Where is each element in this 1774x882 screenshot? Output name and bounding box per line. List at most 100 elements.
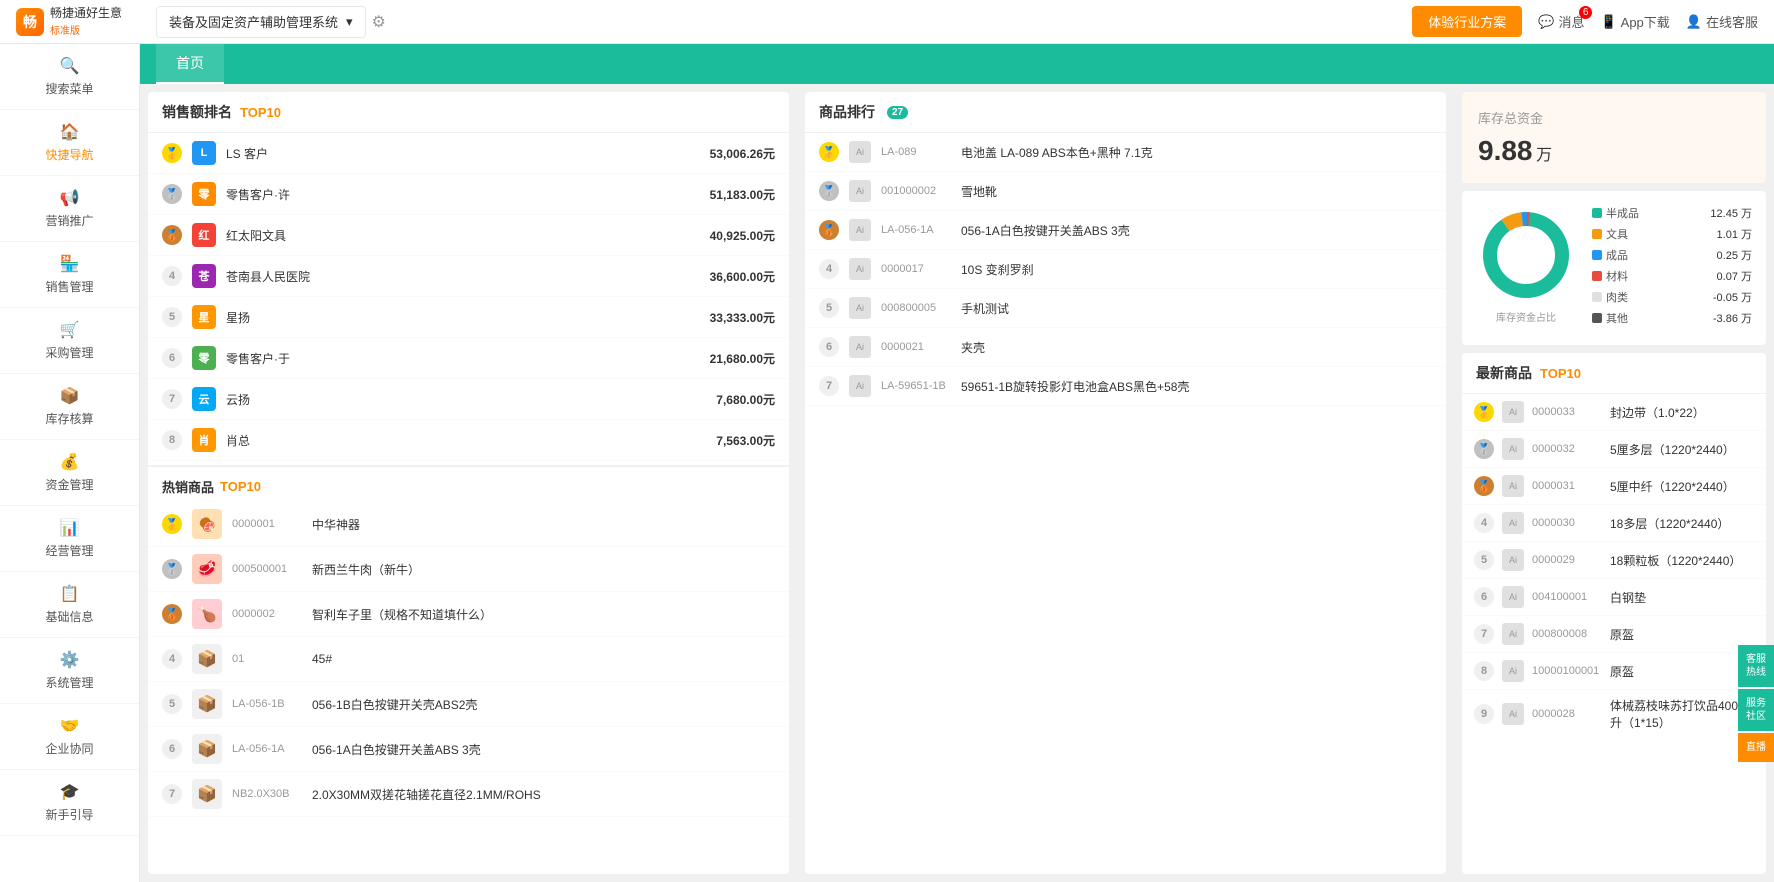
float-btn-service[interactable]: 客服热线 <box>1738 645 1774 687</box>
tab-home[interactable]: 首页 <box>156 44 224 84</box>
legend-dot-4 <box>1592 271 1602 281</box>
product-item-3[interactable]: 🥉 🍗 0000002 智利车子里（规格不知道填什么） <box>148 592 789 637</box>
product-item-6[interactable]: 6 📦 LA-056-1A 056-1A白色按键开关盖ABS 3壳 <box>148 727 789 772</box>
top-header: 畅 畅捷通好生意 标准版 装备及固定资产辅助管理系统 ▾ ⚙ 体验行业方案 💬 … <box>0 0 1774 44</box>
new-product-9[interactable]: 9 Ai 0000028 体械荔枝味苏打饮品400毫升（1*15） <box>1462 690 1766 734</box>
prod-img-4: Ai <box>849 258 871 280</box>
new-prod-code-5: 0000029 <box>1532 554 1602 566</box>
product-name-7: 2.0X30MM双搓花轴搓花直径2.1MM/ROHS <box>312 786 775 803</box>
product-name-1: 中华神器 <box>312 516 775 533</box>
customer-rank-1[interactable]: 🥇 L LS 客户 53,006.26元 <box>148 133 789 174</box>
sidebar-item-company[interactable]: 🤝 企业协同 <box>0 704 139 770</box>
new-product-7[interactable]: 7 Ai 000800008 原盔 <box>1462 616 1766 653</box>
product-item-4[interactable]: 4 📦 01 45# <box>148 637 789 682</box>
new-prod-img-1: Ai <box>1502 401 1524 423</box>
customer-avatar-6: 零 <box>192 346 216 370</box>
product-name-5: 056-1B白色按键开关壳ABS2壳 <box>312 696 775 713</box>
new-prod-img-7: Ai <box>1502 623 1524 645</box>
product-ranking-panel: 商品排行 27 🥇 Ai LA-089 电池盖 LA-089 ABS本色+黑种 … <box>805 92 1446 874</box>
sidebar-item-system[interactable]: ⚙️ 系统管理 <box>0 638 139 704</box>
trial-button[interactable]: 体验行业方案 <box>1412 6 1522 37</box>
new-product-1[interactable]: 🥇 Ai 0000033 封边带（1.0*22） <box>1462 394 1766 431</box>
product-img-5: 📦 <box>192 689 222 719</box>
product-item-8[interactable]: 8 📦 0000011 12070519-xs <box>148 817 789 822</box>
sidebar-item-operation[interactable]: 📊 经营管理 <box>0 506 139 572</box>
legend-val-3: 0.25 万 <box>1717 247 1752 263</box>
hot-products-title: 热销商品 <box>162 477 214 496</box>
sidebar-label-quick-nav: 快捷导航 <box>45 146 93 163</box>
prod-rank-num-4: 4 <box>819 259 839 279</box>
prod-rank-5[interactable]: 5 Ai 000800005 手机测试 <box>805 289 1446 328</box>
product-item-1[interactable]: 🥇 🍖 0000001 中华神器 <box>148 502 789 547</box>
prod-rank-7[interactable]: 7 Ai LA-59651-1B 59651-1B旋转投影灯电池盒ABS黑色+5… <box>805 367 1446 406</box>
legend-dot-5 <box>1592 292 1602 302</box>
legend-dot-6 <box>1592 313 1602 323</box>
prod-rank-4[interactable]: 4 Ai 0000017 10S 变刹罗刹 <box>805 250 1446 289</box>
customer-rank-7[interactable]: 7 云 云扬 7,680.00元 <box>148 379 789 420</box>
sidebar-item-search[interactable]: 🔍 搜索菜单 <box>0 44 139 110</box>
sidebar-item-purchase[interactable]: 🛒 采购管理 <box>0 308 139 374</box>
right-panel: 库存总资金 9.88 万 <box>1454 84 1774 882</box>
online-service-btn[interactable]: 👤 在线客服 <box>1686 12 1758 31</box>
sidebar-label-sales: 销售管理 <box>45 278 93 295</box>
legend-val-5: -0.05 万 <box>1713 289 1752 305</box>
prod-name-7: 59651-1B旋转投影灯电池盒ABS黑色+58壳 <box>961 378 1432 395</box>
customer-rank-4[interactable]: 4 苍 苍南县人民医院 36,600.00元 <box>148 256 789 297</box>
legend-area: 半成品 12.45 万 文具 1.01 万 <box>1592 205 1752 331</box>
sidebar-item-marketing[interactable]: 📢 营销推广 <box>0 176 139 242</box>
customer-rank-6[interactable]: 6 零 零售客户·于 21,680.00元 <box>148 338 789 379</box>
new-product-3[interactable]: 🥉 Ai 0000031 5厘中纤（1220*2440） <box>1462 468 1766 505</box>
customer-rank-5[interactable]: 5 星 星扬 33,333.00元 <box>148 297 789 338</box>
messages-btn[interactable]: 💬 消息 6 <box>1538 12 1584 31</box>
new-prod-code-3: 0000031 <box>1532 480 1602 492</box>
new-product-6[interactable]: 6 Ai 004100001 白钢垫 <box>1462 579 1766 616</box>
customer-rank-2[interactable]: 🥈 零 零售客户·许 51,183.00元 <box>148 174 789 215</box>
customer-rank-8[interactable]: 8 肖 肖总 7,563.00元 <box>148 420 789 461</box>
legend-name-4: 材料 <box>1606 268 1628 284</box>
float-btn-live[interactable]: 直播 <box>1738 733 1774 762</box>
prod-rank-1[interactable]: 🥇 Ai LA-089 电池盖 LA-089 ABS本色+黑种 7.1克 <box>805 133 1446 172</box>
sidebar-item-finance[interactable]: 💰 资金管理 <box>0 440 139 506</box>
new-product-2[interactable]: 🥈 Ai 0000032 5厘多层（1220*2440） <box>1462 431 1766 468</box>
sidebar-item-inventory[interactable]: 📦 库存核算 <box>0 374 139 440</box>
sidebar-item-basic[interactable]: 📋 基础信息 <box>0 572 139 638</box>
prod-code-3: LA-056-1A <box>881 224 951 236</box>
new-product-8[interactable]: 8 Ai 10000100001 原盔 <box>1462 653 1766 690</box>
gear-icon[interactable]: ⚙ <box>372 12 386 32</box>
sidebar-item-sales[interactable]: 🏪 销售管理 <box>0 242 139 308</box>
prod-rank-6[interactable]: 6 Ai 0000021 夹壳 <box>805 328 1446 367</box>
product-ranking-badge: 27 <box>887 106 908 119</box>
prod-rank-2[interactable]: 🥈 Ai 001000002 雪地靴 <box>805 172 1446 211</box>
sidebar-item-guide[interactable]: 🎓 新手引导 <box>0 770 139 836</box>
prod-name-3: 056-1A白色按键开关盖ABS 3壳 <box>961 222 1432 239</box>
new-prod-name-2: 5厘多层（1220*2440） <box>1610 441 1754 458</box>
inventory-icon: 📦 <box>60 386 80 406</box>
product-item-2[interactable]: 🥈 🥩 000500001 新西兰牛肉（新牛） <box>148 547 789 592</box>
new-product-4[interactable]: 4 Ai 0000030 18多层（1220*2440） <box>1462 505 1766 542</box>
app-download-btn[interactable]: 📱 App下载 <box>1600 12 1669 31</box>
new-products-top10: TOP10 <box>1540 366 1581 381</box>
customer-rank-3[interactable]: 🥉 红 红太阳文具 40,925.00元 <box>148 215 789 256</box>
legend-dot-1 <box>1592 208 1602 218</box>
prod-rank-3[interactable]: 🥉 Ai LA-056-1A 056-1A白色按键开关盖ABS 3壳 <box>805 211 1446 250</box>
legend-item-2: 文具 1.01 万 <box>1592 226 1752 242</box>
sidebar-item-quick-nav[interactable]: 🏠 快捷导航 <box>0 110 139 176</box>
product-item-5[interactable]: 5 📦 LA-056-1B 056-1B白色按键开关壳ABS2壳 <box>148 682 789 727</box>
product-item-7[interactable]: 7 📦 NB2.0X30B 2.0X30MM双搓花轴搓花直径2.1MM/ROHS <box>148 772 789 817</box>
prod-code-7: LA-59651-1B <box>881 380 951 392</box>
system-selector[interactable]: 装备及固定资产辅助管理系统 ▾ <box>156 6 366 38</box>
product-rank-7: 7 <box>162 784 182 804</box>
float-btn-community[interactable]: 服务社区 <box>1738 689 1774 731</box>
product-rank-2: 🥈 <box>162 559 182 579</box>
customer-name-3: 红太阳文具 <box>226 227 700 244</box>
product-rank-3: 🥉 <box>162 604 182 624</box>
new-prod-img-2: Ai <box>1502 438 1524 460</box>
new-product-5[interactable]: 5 Ai 0000029 18颗粒板（1220*2440） <box>1462 542 1766 579</box>
legend-item-4: 材料 0.07 万 <box>1592 268 1752 284</box>
inventory-value: 9.88 <box>1478 135 1533 166</box>
rank-num-1: 🥇 <box>162 143 182 163</box>
new-prod-name-6: 白钢垫 <box>1610 589 1754 606</box>
prod-code-6: 0000021 <box>881 341 951 353</box>
new-prod-name-9: 体械荔枝味苏打饮品400毫升（1*15） <box>1610 697 1754 731</box>
new-prod-code-6: 004100001 <box>1532 591 1602 603</box>
